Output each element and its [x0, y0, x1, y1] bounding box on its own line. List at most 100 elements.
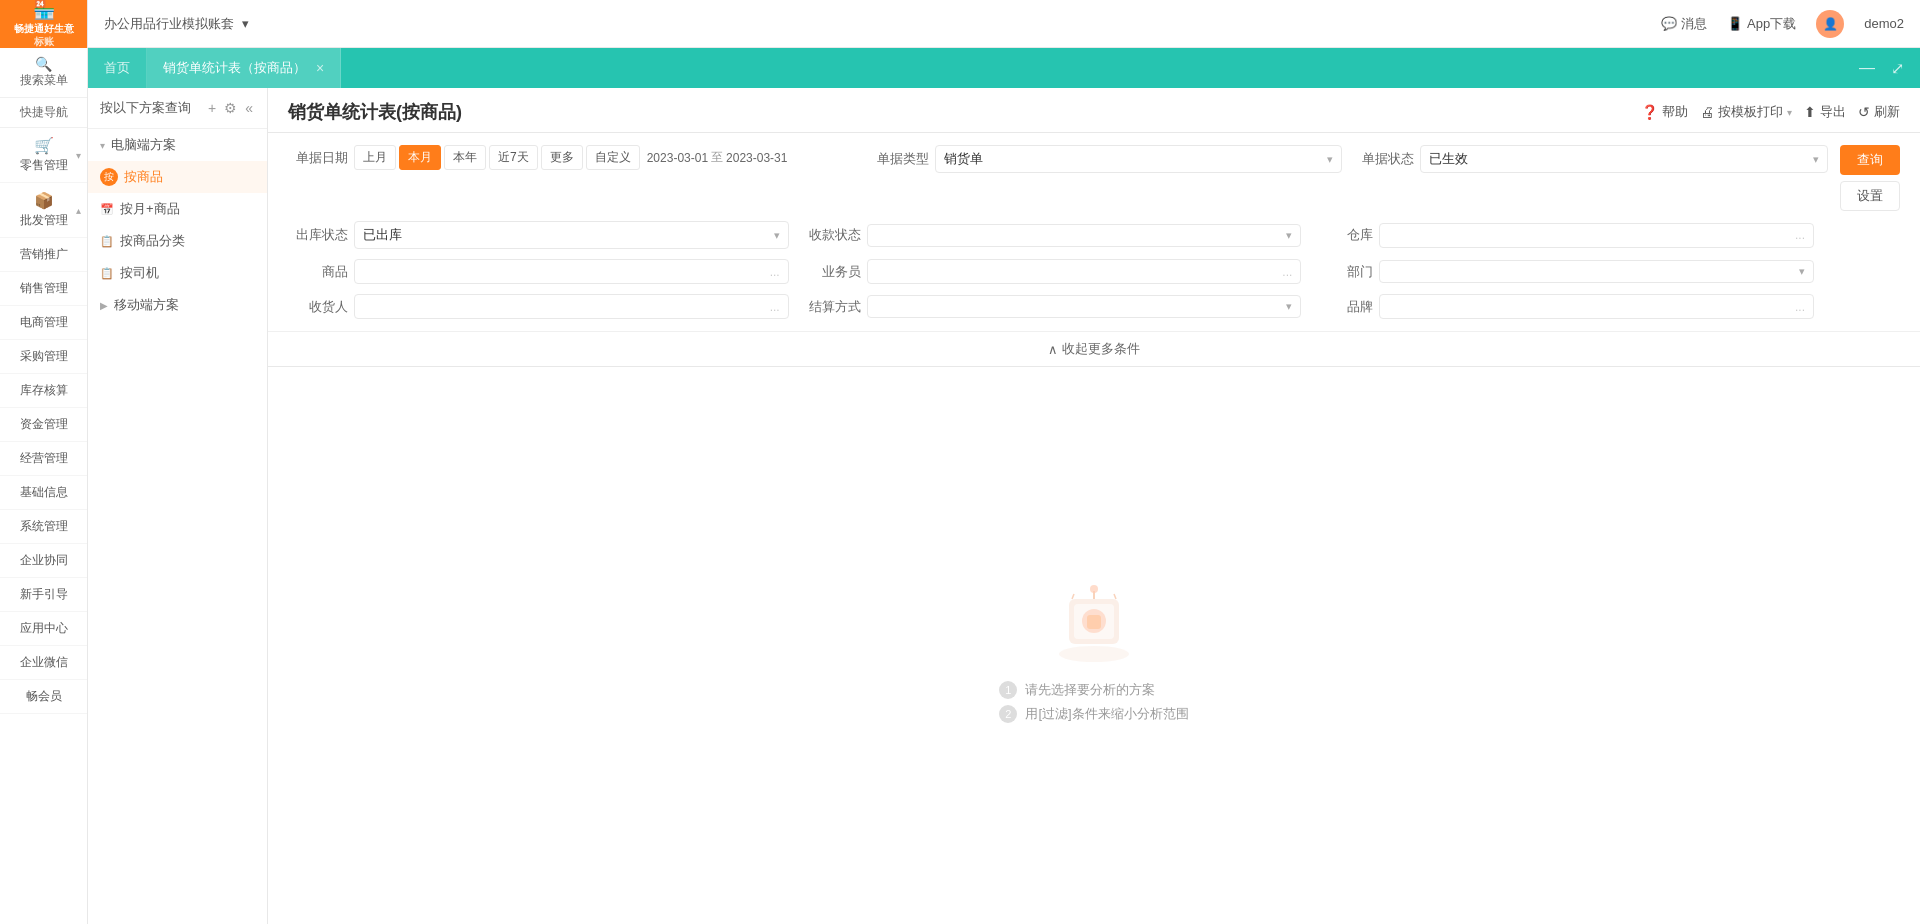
- plan-item-month-goods[interactable]: 📅 按月+商品: [88, 193, 267, 225]
- date-btn-this-year[interactable]: 本年: [444, 145, 486, 170]
- tab-maximize-button[interactable]: ⤢: [1887, 55, 1908, 82]
- empty-tip-1: 1 请先选择要分析的方案: [999, 681, 1188, 699]
- sidebar-item-marketing[interactable]: 营销推广: [0, 238, 87, 272]
- query-button[interactable]: 查询: [1840, 145, 1900, 175]
- tab-bar: 首页 销货单统计表（按商品） × — ⤢: [88, 48, 1920, 88]
- sidebar-collapse-button[interactable]: «: [243, 98, 255, 118]
- order-type-select[interactable]: 销货单 ▾: [935, 145, 1343, 173]
- refresh-button[interactable]: ↺ 刷新: [1858, 103, 1900, 121]
- goods-label: 商品: [288, 263, 348, 281]
- sidebar-item-inventory[interactable]: 库存核算: [0, 374, 87, 408]
- order-status-label: 单据状态: [1354, 150, 1414, 168]
- out-status-value: 已出库: [363, 226, 402, 244]
- date-range-start: 2023-03-01: [647, 151, 708, 165]
- retail-label: 零售管理: [20, 157, 68, 174]
- mobile-section-header[interactable]: ▶ 移动端方案: [88, 289, 267, 321]
- sidebar-add-button[interactable]: +: [206, 98, 218, 118]
- wholesale-label: 批发管理: [20, 212, 68, 229]
- breadcrumb-dropdown-icon[interactable]: ▾: [242, 16, 249, 31]
- brand-field[interactable]: ...: [1379, 294, 1814, 319]
- filter-area: 单据日期 上月 本月 本年 近7天 更多 自定义 2023-03-01 至 20…: [268, 133, 1920, 367]
- sidebar-item-sales[interactable]: 销售管理: [0, 272, 87, 306]
- department-select[interactable]: ▾: [1379, 260, 1814, 283]
- sidebar-item-enterprise[interactable]: 企业协同: [0, 544, 87, 578]
- sidebar-item-operation[interactable]: 经营管理: [0, 442, 87, 476]
- sidebar-settings-button[interactable]: ⚙: [222, 98, 239, 118]
- brand-dots[interactable]: ...: [1795, 300, 1805, 314]
- order-status-select[interactable]: 已生效 ▾: [1420, 145, 1828, 173]
- user-avatar[interactable]: 👤: [1816, 10, 1844, 38]
- out-status-label: 出库状态: [288, 226, 348, 244]
- tab-minimize-button[interactable]: —: [1855, 55, 1879, 81]
- app-download-button[interactable]: 📱 App下载: [1727, 15, 1796, 33]
- salesperson-input[interactable]: [876, 264, 1283, 279]
- date-btn-last-month[interactable]: 上月: [354, 145, 396, 170]
- download-icon: 📱: [1727, 16, 1743, 31]
- sidebar-item-corpwechat[interactable]: 企业微信: [0, 646, 87, 680]
- goods-field[interactable]: ...: [354, 259, 789, 284]
- goods-input[interactable]: [363, 264, 770, 279]
- operation-label: 经营管理: [20, 450, 68, 467]
- collect-status-arrow: ▾: [1286, 229, 1292, 242]
- order-status-value: 已生效: [1429, 150, 1468, 168]
- warehouse-input[interactable]: [1388, 228, 1795, 243]
- template-print-label: 按模板打印: [1718, 103, 1783, 121]
- receiver-input[interactable]: [363, 299, 770, 314]
- main-panel: 销货单统计表(按商品) ❓ 帮助 🖨 按模板打印 ▾ ⬆ 导出: [268, 88, 1920, 924]
- warehouse-dots[interactable]: ...: [1795, 228, 1805, 242]
- message-button[interactable]: 💬 消息: [1661, 15, 1707, 33]
- top-header: 办公用品行业模拟账套 ▾ 💬 消息 📱 App下载 👤 demo2: [88, 0, 1920, 48]
- sidebar-item-ecom[interactable]: 电商管理: [0, 306, 87, 340]
- secondary-sidebar: 按以下方案查询 + ⚙ « ▾ 电脑端方案 按 按商品 📅 按月+商品: [88, 88, 268, 924]
- quick-nav-button[interactable]: 快捷导航: [0, 98, 87, 128]
- sidebar-item-retail[interactable]: 🛒 零售管理 ▾: [0, 128, 87, 183]
- warehouse-field[interactable]: ...: [1379, 223, 1814, 248]
- tab-home[interactable]: 首页: [88, 48, 147, 88]
- finance-label: 资金管理: [20, 416, 68, 433]
- tab-sales-stats[interactable]: 销货单统计表（按商品） ×: [147, 48, 341, 88]
- brand-input[interactable]: [1388, 299, 1795, 314]
- sidebar-item-system[interactable]: 系统管理: [0, 510, 87, 544]
- receiver-label: 收货人: [288, 298, 348, 316]
- help-button[interactable]: ❓ 帮助: [1641, 103, 1688, 121]
- app-logo[interactable]: 🏪 畅捷通好生意 标账: [0, 0, 87, 48]
- inventory-label: 库存核算: [20, 382, 68, 399]
- desktop-section-header[interactable]: ▾ 电脑端方案: [88, 129, 267, 161]
- payment-method-select[interactable]: ▾: [867, 295, 1302, 318]
- receiver-field[interactable]: ...: [354, 294, 789, 319]
- sales-label: 销售管理: [20, 280, 68, 297]
- member-label: 畅会员: [26, 688, 62, 705]
- sidebar-item-appcenter[interactable]: 应用中心: [0, 612, 87, 646]
- search-menu-button[interactable]: 🔍 按以下方案查询 搜索菜单: [0, 48, 87, 98]
- sidebar-item-finance[interactable]: 资金管理: [0, 408, 87, 442]
- date-btn-7days[interactable]: 近7天: [489, 145, 538, 170]
- app-subtitle: 标账: [34, 35, 54, 49]
- template-print-button[interactable]: 🖨 按模板打印 ▾: [1700, 103, 1792, 121]
- receiver-dots[interactable]: ...: [770, 300, 780, 314]
- sidebar-item-member[interactable]: 畅会员: [0, 680, 87, 714]
- sidebar-item-basic[interactable]: 基础信息: [0, 476, 87, 510]
- search-label: 搜索菜单: [20, 73, 68, 87]
- breadcrumb-text: 办公用品行业模拟账套: [104, 15, 234, 33]
- collapse-bar[interactable]: ∧ 收起更多条件: [268, 331, 1920, 366]
- left-sidebar: 🏪 畅捷通好生意 标账 🔍 按以下方案查询 搜索菜单 快捷导航 🛒 零售管理 ▾…: [0, 0, 88, 924]
- settings-button[interactable]: 设置: [1840, 181, 1900, 211]
- date-btn-custom[interactable]: 自定义: [586, 145, 640, 170]
- plan-item-goods-category[interactable]: 📋 按商品分类: [88, 225, 267, 257]
- sidebar-item-purchase[interactable]: 采购管理: [0, 340, 87, 374]
- date-btn-this-month[interactable]: 本月: [399, 145, 441, 170]
- sidebar-item-wholesale[interactable]: 📦 批发管理 ▴: [0, 183, 87, 238]
- basic-label: 基础信息: [20, 484, 68, 501]
- plan-item-by-goods[interactable]: 按 按商品: [88, 161, 267, 193]
- salesperson-dots[interactable]: ...: [1282, 265, 1292, 279]
- export-button[interactable]: ⬆ 导出: [1804, 103, 1846, 121]
- collect-status-select[interactable]: ▾: [867, 224, 1302, 247]
- out-status-select[interactable]: 已出库 ▾: [354, 221, 789, 249]
- sidebar-item-guide[interactable]: 新手引导: [0, 578, 87, 612]
- date-btn-more[interactable]: 更多: [541, 145, 583, 170]
- order-status-arrow: ▾: [1813, 153, 1819, 166]
- tab-close-button[interactable]: ×: [316, 60, 324, 76]
- plan-item-driver[interactable]: 📋 按司机: [88, 257, 267, 289]
- salesperson-field[interactable]: ...: [867, 259, 1302, 284]
- goods-dots[interactable]: ...: [770, 265, 780, 279]
